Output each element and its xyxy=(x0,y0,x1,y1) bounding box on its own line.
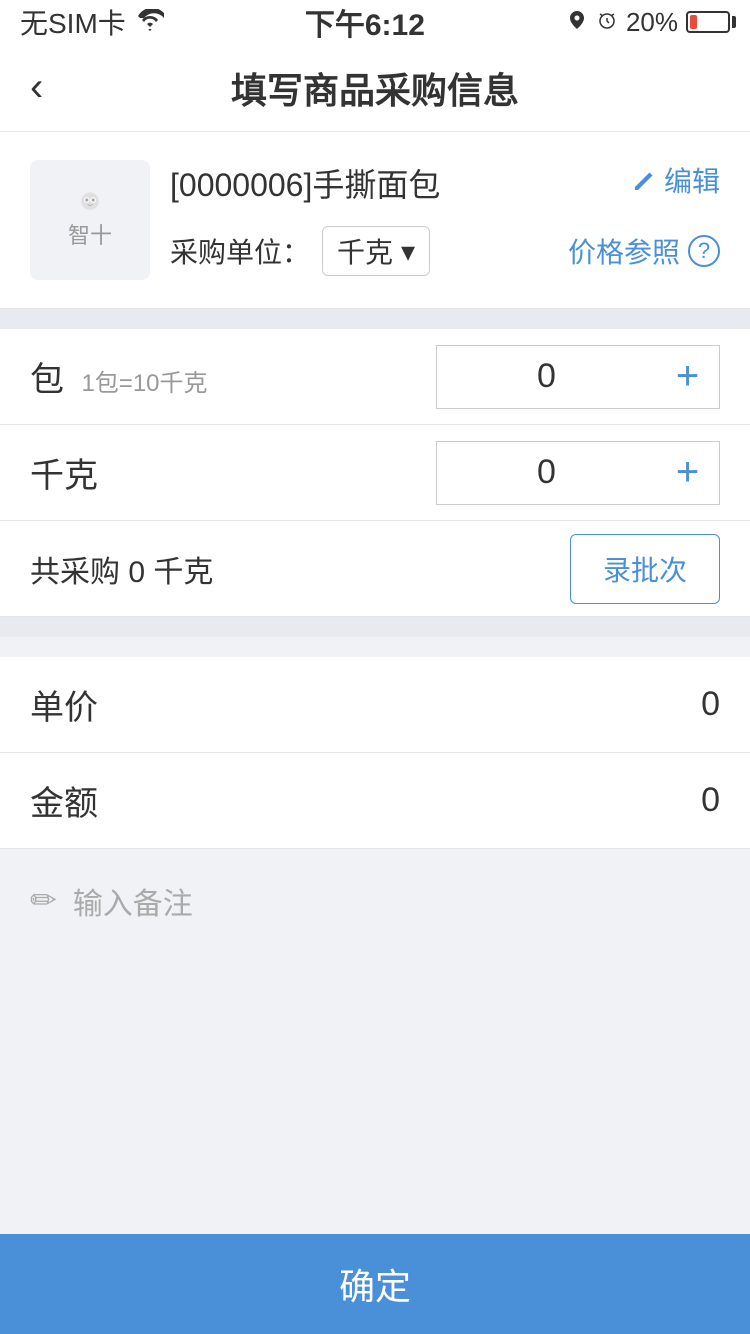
total-row: 共采购 0 千克 录批次 xyxy=(0,521,750,617)
kg-input-controls: + xyxy=(436,441,720,505)
product-image: 智十 xyxy=(30,160,150,280)
bao-sublabel: 1包=10千克 xyxy=(81,370,207,397)
product-unit-row: 采购单位： 千克 ▾ 价格参照 ? xyxy=(170,226,720,276)
product-name: [0000006]手撕面包 xyxy=(170,160,440,206)
section-divider-1 xyxy=(0,309,750,329)
quantity-input-section: 包 1包=10千克 + 千克 + xyxy=(0,329,750,521)
amount-label: 金额 xyxy=(30,776,98,825)
amount-value: 0 xyxy=(701,781,720,820)
bao-qty-input[interactable] xyxy=(436,345,656,409)
status-left: 无SIM卡 xyxy=(20,2,164,42)
price-ref-button[interactable]: 价格参照 ? xyxy=(568,231,720,271)
confirm-button[interactable]: 确定 xyxy=(0,1234,750,1334)
kg-qty-input[interactable] xyxy=(436,441,656,505)
product-card: 智十 [0000006]手撕面包 编辑 采购单位： 千克 xyxy=(0,132,750,309)
confirm-label: 确定 xyxy=(339,1258,411,1310)
unit-price-label: 单价 xyxy=(30,680,98,729)
amount-row: 金额 0 xyxy=(0,753,750,849)
page-title: 填写商品采购信息 xyxy=(231,62,519,114)
unit-selector[interactable]: 千克 ▾ xyxy=(322,226,430,276)
unit-price-value: 0 xyxy=(701,685,720,724)
location-icon xyxy=(566,7,588,38)
section-divider-2 xyxy=(0,617,750,637)
wifi-icon xyxy=(136,6,164,38)
product-header: [0000006]手撕面包 编辑 xyxy=(170,160,720,206)
price-section: 单价 0 金额 0 xyxy=(0,657,750,849)
total-label: 共采购 0 千克 xyxy=(30,547,213,591)
bao-input-row: 包 1包=10千克 + xyxy=(0,329,750,425)
back-button[interactable]: ‹ xyxy=(30,65,43,110)
remark-placeholder[interactable]: 输入备注 xyxy=(73,879,193,923)
status-right: 20% xyxy=(566,7,730,38)
battery-icon xyxy=(686,11,730,33)
unit-label: 采购单位： 千克 ▾ xyxy=(170,226,430,276)
help-icon: ? xyxy=(688,235,720,267)
bao-label: 包 1包=10千克 xyxy=(30,352,208,401)
battery-fill xyxy=(690,15,697,29)
product-info: [0000006]手撕面包 编辑 采购单位： 千克 ▾ xyxy=(170,160,720,276)
unit-price-row: 单价 0 xyxy=(0,657,750,753)
battery-percent: 20% xyxy=(626,7,678,38)
status-time: 下午6:12 xyxy=(305,0,425,44)
bao-input-controls: + xyxy=(436,345,720,409)
status-bar: 无SIM卡 下午6:12 20% xyxy=(0,0,750,44)
alarm-icon xyxy=(596,7,618,38)
nav-bar: ‹ 填写商品采购信息 xyxy=(0,44,750,132)
kg-input-row: 千克 + xyxy=(0,425,750,521)
remark-section: ✏ 输入备注 xyxy=(0,849,750,1189)
dropdown-icon: ▾ xyxy=(401,235,415,268)
edit-button[interactable]: 编辑 xyxy=(632,160,720,200)
bao-plus-button[interactable]: + xyxy=(656,345,720,409)
product-image-placeholder: 智十 xyxy=(50,190,130,250)
carrier-text: 无SIM卡 xyxy=(20,2,126,42)
pencil-icon: ✏ xyxy=(30,881,57,919)
brand-text: 智十 xyxy=(68,218,112,250)
kg-label: 千克 xyxy=(30,448,150,497)
kg-plus-button[interactable]: + xyxy=(656,441,720,505)
record-batch-button[interactable]: 录批次 xyxy=(570,534,720,604)
